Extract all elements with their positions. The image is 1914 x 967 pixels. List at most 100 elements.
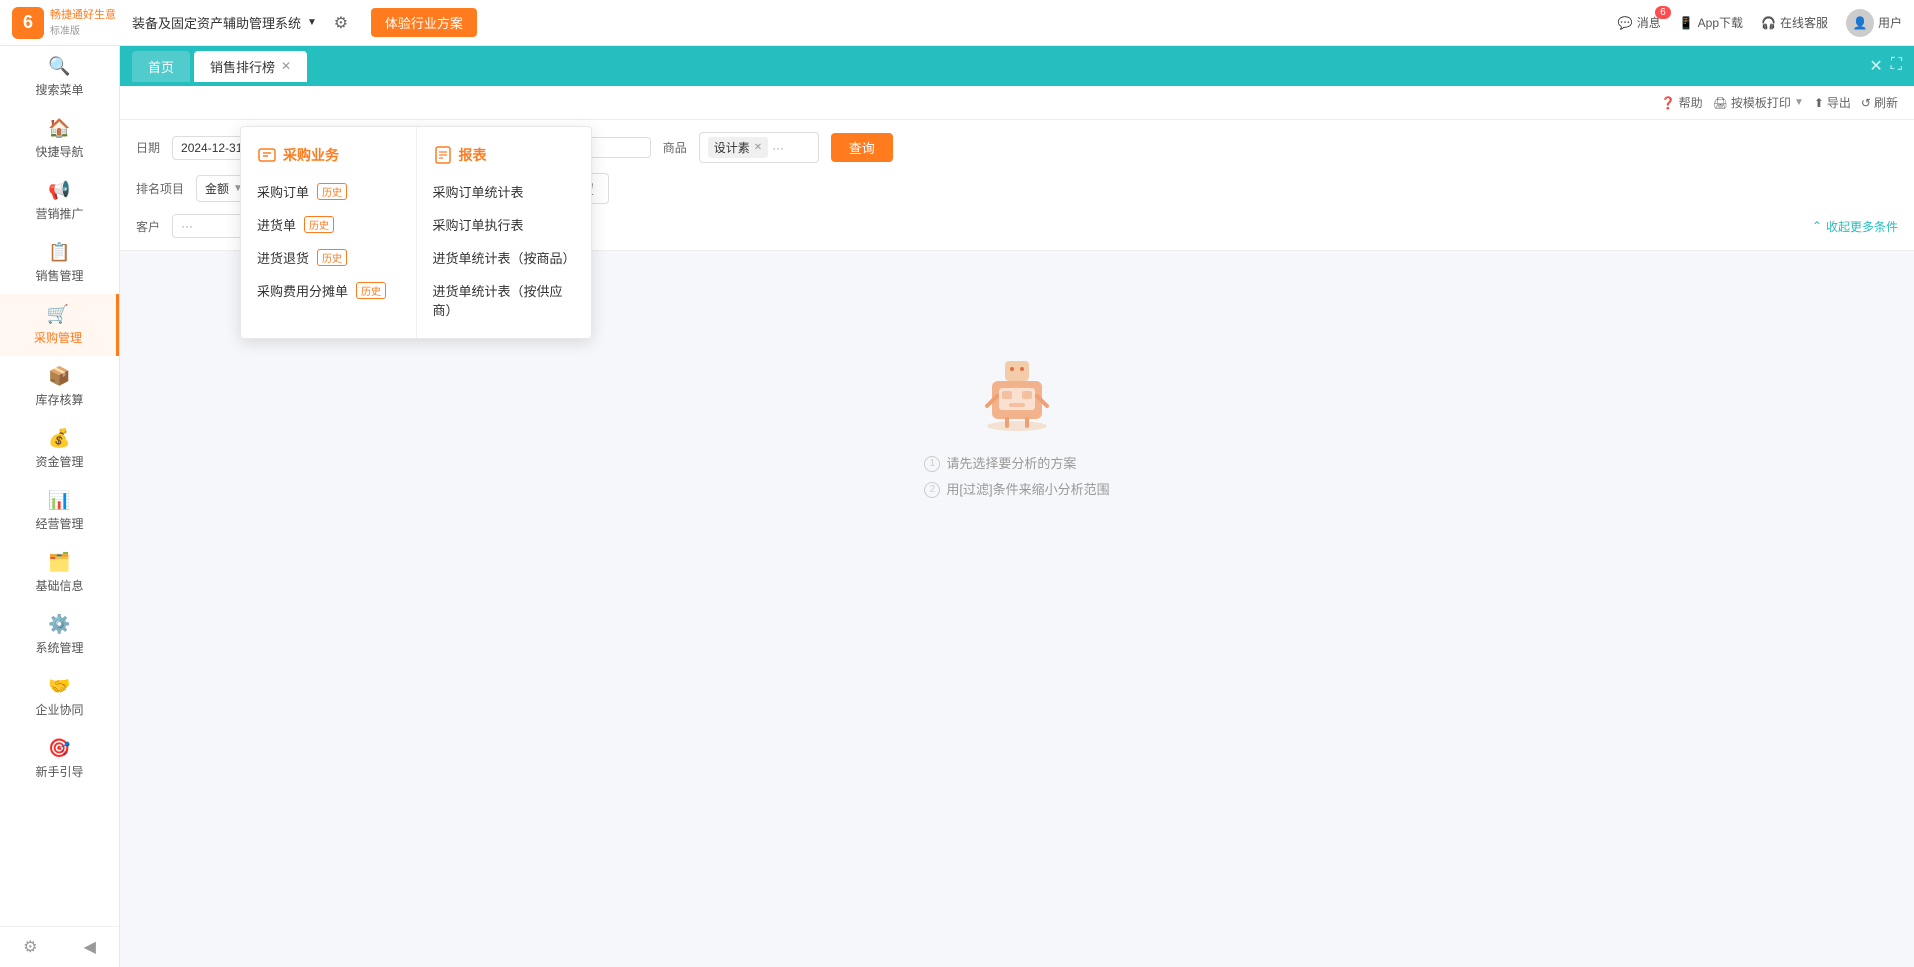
message-action[interactable]: 💬 消息 6 — [1618, 14, 1661, 31]
dropdown-menu: 采购业务 采购订单 历史 进货单 历史 进货退货 历史 — [240, 126, 592, 339]
sidebar-label-system: 系统管理 — [35, 639, 83, 656]
sidebar-label-sales: 销售管理 — [35, 267, 83, 284]
logo-sub: 标准版 — [50, 22, 116, 37]
user-action[interactable]: 👤 用户 — [1846, 9, 1902, 37]
system-dropdown-icon[interactable]: ▼ — [307, 17, 317, 28]
dropdown-purchase-return[interactable]: 进货退货 历史 — [241, 241, 416, 274]
sidebar-item-marketing[interactable]: 📢 营销推广 — [0, 170, 119, 232]
export-icon: ⬆ — [1814, 96, 1824, 110]
goods-tag: 设计素 ✕ — [708, 137, 768, 158]
purchase-expense-label: 采购费用分摊单 — [257, 281, 348, 300]
message-icon: 💬 — [1618, 16, 1633, 30]
search-icon: 🔍 — [48, 56, 70, 77]
help-icon: ❓ — [1661, 96, 1676, 110]
marketing-icon: 📢 — [48, 180, 70, 201]
collapse-label: 收起更多条件 — [1826, 218, 1898, 235]
sidebar-item-finance[interactable]: 💰 资金管理 — [0, 418, 119, 480]
guide-icon: 🎯 — [48, 738, 70, 759]
dropdown-purchase-title: 采购业务 — [283, 145, 339, 165]
purchase-header-icon — [257, 145, 277, 165]
tabbar: 首页 销售排行榜 ✕ ✕ ⛶ — [120, 46, 1914, 86]
sidebar-item-inventory[interactable]: 📦 库存核算 — [0, 356, 119, 418]
step1-dot: 1 — [924, 456, 940, 472]
user-label: 用户 — [1878, 14, 1902, 31]
logo-text-area: 畅捷通好生意 标准版 — [50, 8, 116, 37]
inventory-icon: 📦 — [48, 366, 70, 387]
avatar: 👤 — [1846, 9, 1874, 37]
report-receipt-goods-label: 进货单统计表（按商品） — [433, 248, 576, 267]
sidebar-item-operations[interactable]: 📊 经营管理 — [0, 480, 119, 542]
goods-input[interactable]: 设计素 ✕ ··· — [699, 132, 819, 163]
basicinfo-icon: 🗂️ — [48, 552, 70, 573]
dropdown-purchase-receipt[interactable]: 进货单 历史 — [241, 208, 416, 241]
refresh-label: 刷新 — [1874, 94, 1898, 111]
goods-dots[interactable]: ··· — [772, 141, 784, 155]
sidebar-item-guide[interactable]: 🎯 新手引导 — [0, 728, 119, 790]
app-download-action[interactable]: 📱 App下载 — [1679, 14, 1743, 31]
sidebar-bottom: ⚙ ◀ — [0, 926, 119, 967]
headset-icon: 🎧 — [1761, 16, 1776, 30]
settings-bottom-icon[interactable]: ⚙ — [23, 937, 37, 957]
online-service-action[interactable]: 🎧 在线客服 — [1761, 14, 1828, 31]
dropdown-purchase-order[interactable]: 采购订单 历史 — [241, 175, 416, 208]
tab-sales-ranking[interactable]: 销售排行榜 ✕ — [194, 51, 307, 82]
sidebar-item-basicinfo[interactable]: 🗂️ 基础信息 — [0, 542, 119, 604]
export-label: 导出 — [1827, 94, 1851, 111]
history-badge-3: 历史 — [317, 249, 347, 266]
toolbar: ❓ 帮助 🖨 按模板打印 ▼ ⬆ 导出 ↺ 刷新 — [120, 86, 1914, 120]
sidebar-label-basicinfo: 基础信息 — [35, 577, 83, 594]
sidebar-item-purchase[interactable]: 🛒 采购管理 — [0, 294, 119, 356]
dropdown-purchase-expense[interactable]: 采购费用分摊单 历史 — [241, 274, 416, 307]
industry-btn[interactable]: 体验行业方案 — [371, 8, 477, 37]
app-download-label: App下载 — [1698, 14, 1743, 31]
sidebar-label-inventory: 库存核算 — [35, 391, 83, 408]
dropdown-report-title: 报表 — [459, 145, 487, 165]
sidebar-item-quicknav[interactable]: 🏠 快捷导航 — [0, 108, 119, 170]
date-value: 2024-12-31 — [181, 141, 242, 155]
sidebar-label-quicknav: 快捷导航 — [35, 143, 83, 160]
dropdown-report-order-exec[interactable]: 采购订单执行表 — [417, 208, 592, 241]
gear-icon[interactable]: ⚙ — [329, 11, 353, 35]
dropdown-report-order-stat[interactable]: 采购订单统计表 — [417, 175, 592, 208]
tab-close-window-icon[interactable]: ✕ — [1869, 56, 1882, 76]
collapse-icon[interactable]: ◀ — [84, 937, 96, 957]
sidebar-label-purchase: 采购管理 — [34, 329, 82, 346]
print-icon: 🖨 — [1713, 96, 1728, 110]
collapse-btn[interactable]: ⌃ 收起更多条件 — [1812, 218, 1898, 235]
purchase-receipt-label: 进货单 — [257, 215, 296, 234]
system-name-area: 装备及固定资产辅助管理系统 ▼ ⚙ 体验行业方案 — [132, 8, 477, 37]
content-area: ❓ 帮助 🖨 按模板打印 ▼ ⬆ 导出 ↺ 刷新 — [120, 86, 1914, 967]
system-name: 装备及固定资产辅助管理系统 — [132, 13, 301, 32]
sidebar-label-marketing: 营销推广 — [35, 205, 83, 222]
report-header-icon — [433, 145, 453, 165]
sidebar-item-system[interactable]: ⚙️ 系统管理 — [0, 604, 119, 666]
customer-dots[interactable]: ··· — [181, 219, 193, 233]
dropdown-report-receipt-supplier[interactable]: 进货单统计表（按供应商） — [417, 274, 592, 326]
finance-icon: 💰 — [48, 428, 70, 449]
refresh-btn[interactable]: ↺ 刷新 — [1861, 94, 1898, 111]
sidebar-item-cooperation[interactable]: 🤝 企业协同 — [0, 666, 119, 728]
history-badge-4: 历史 — [356, 282, 386, 299]
system-icon: ⚙️ — [48, 614, 70, 635]
empty-hints: 1 请先选择要分析的方案 2 用[过滤]条件来缩小分析范围 — [924, 451, 1109, 503]
sidebar: 🔍 搜索菜单 🏠 快捷导航 📢 营销推广 📋 销售管理 🛒 采购管理 📦 库存核… — [0, 46, 120, 967]
dropdown-report-col: 报表 采购订单统计表 采购订单执行表 进货单统计表（按商品） 进货单统计表（按供 — [417, 127, 592, 338]
help-btn[interactable]: ❓ 帮助 — [1661, 94, 1703, 111]
print-btn[interactable]: 🖨 按模板打印 ▼ — [1713, 94, 1804, 111]
goods-tag-close[interactable]: ✕ — [754, 142, 762, 153]
export-btn[interactable]: ⬆ 导出 — [1814, 94, 1851, 111]
query-btn[interactable]: 查询 — [831, 133, 893, 162]
customer-label: 客户 — [136, 218, 160, 235]
dropdown-report-receipt-goods[interactable]: 进货单统计表（按商品） — [417, 241, 592, 274]
goods-tag-value: 设计素 — [714, 139, 750, 156]
tab-home[interactable]: 首页 — [132, 51, 190, 82]
logo-area: 6 畅捷通好生意 标准版 — [12, 7, 132, 39]
sidebar-item-sales[interactable]: 📋 销售管理 — [0, 232, 119, 294]
report-order-exec-label: 采购订单执行表 — [433, 215, 524, 234]
sidebar-item-search[interactable]: 🔍 搜索菜单 — [0, 46, 119, 108]
history-badge-2: 历史 — [304, 216, 334, 233]
tab-maximize-icon[interactable]: ⛶ — [1891, 56, 1902, 76]
tab-close-icon[interactable]: ✕ — [281, 59, 291, 73]
tab-sales-ranking-label: 销售排行榜 — [210, 57, 275, 76]
sales-icon: 📋 — [48, 242, 70, 263]
